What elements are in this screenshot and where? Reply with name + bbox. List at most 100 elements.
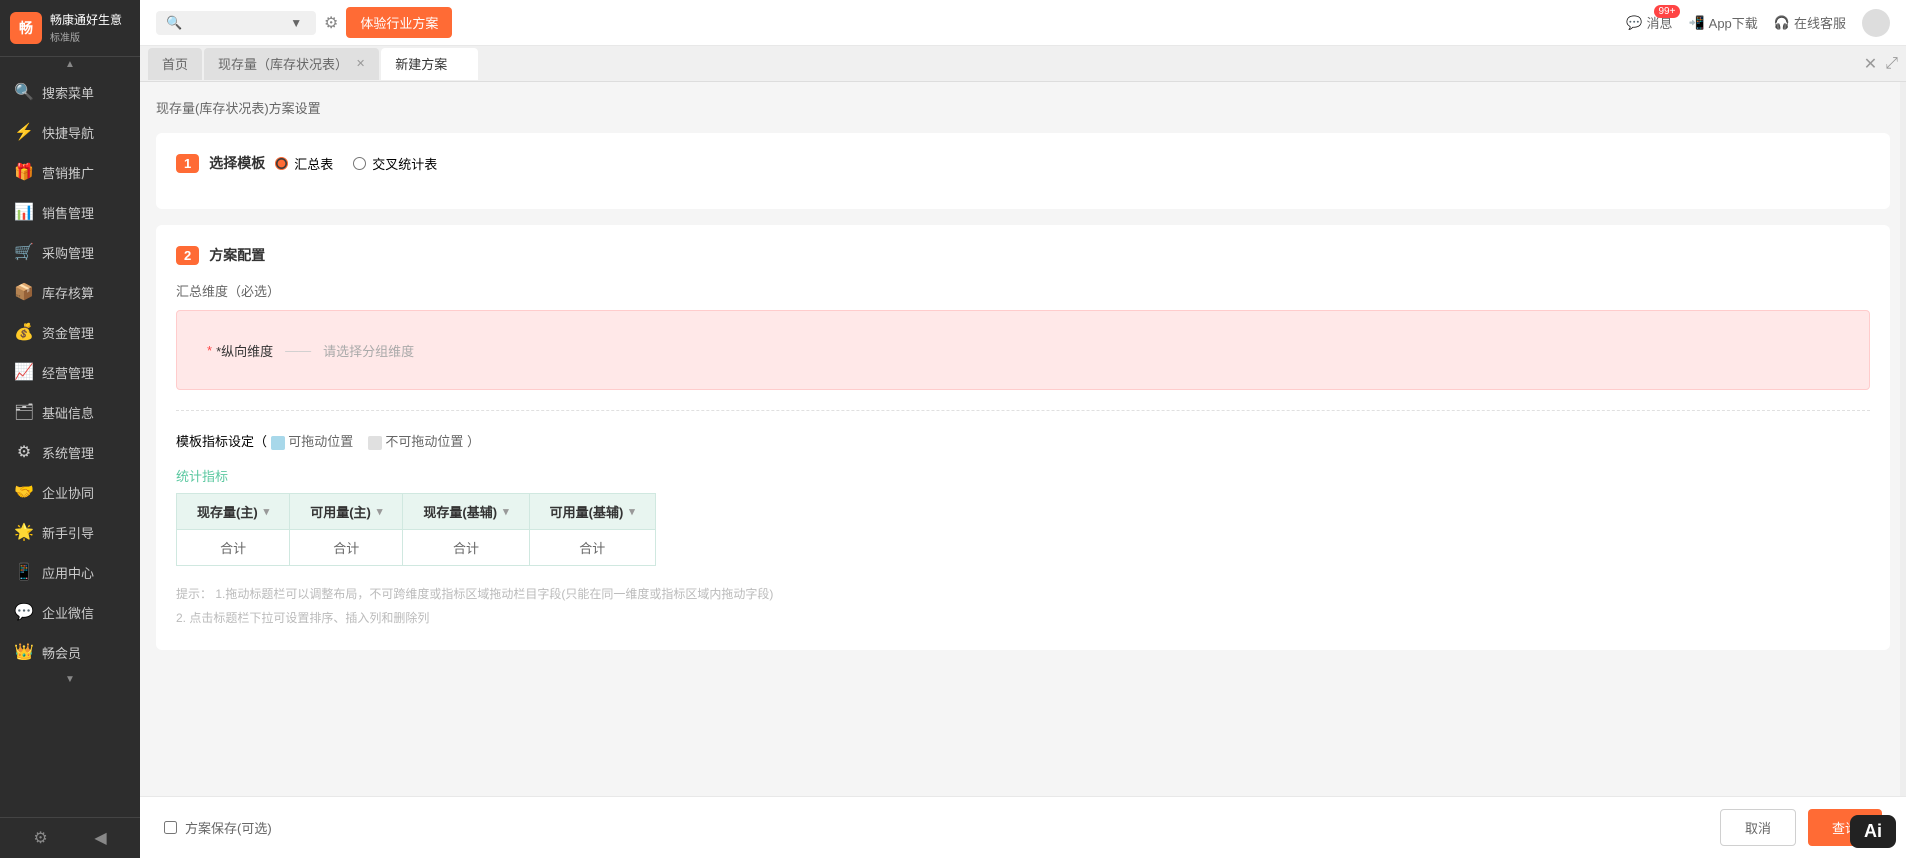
table-header-0[interactable]: 现存量(主) ▾ bbox=[177, 494, 290, 530]
dropdown-icon[interactable]: ▼ bbox=[290, 16, 302, 30]
chevron-down-icon-1[interactable]: ▾ bbox=[377, 505, 383, 518]
table-header-3[interactable]: 可用量(基辅) ▾ bbox=[529, 494, 655, 530]
tab-inventory[interactable]: 现存量（库存状况表） ✕ bbox=[204, 48, 379, 80]
save-checkbox-input[interactable] bbox=[164, 821, 177, 834]
online-service-button[interactable]: 🎧 在线客服 bbox=[1774, 13, 1846, 32]
sidebar-item-system[interactable]: ⚙ 系统管理 bbox=[0, 432, 140, 472]
trending-icon: 📈 bbox=[14, 362, 34, 382]
tab-inventory-close[interactable]: ✕ bbox=[356, 57, 365, 70]
sidebar-item-inventory[interactable]: 📦 库存核算 bbox=[0, 272, 140, 312]
table-header-1[interactable]: 可用量(主) ▾ bbox=[290, 494, 403, 530]
radio-summary-label: 汇总表 bbox=[294, 154, 333, 173]
dimension-section-title: 汇总维度（必选） bbox=[176, 281, 1870, 300]
radio-summary-input[interactable] bbox=[275, 157, 288, 170]
chevron-down-icon-3[interactable]: ▾ bbox=[629, 505, 635, 518]
section-divider bbox=[176, 410, 1870, 411]
sidebar-scroll-up[interactable]: ▲ bbox=[0, 57, 140, 72]
folder-icon: 🗂 bbox=[14, 402, 34, 422]
topbar-settings-icon[interactable]: ⚙ bbox=[324, 13, 338, 33]
stats-table: 现存量(主) ▾ 可用量(主) ▾ 现存量(基辅 bbox=[176, 493, 656, 566]
wechat-icon: 💬 bbox=[14, 602, 34, 622]
dimension-placeholder: 请选择分组维度 bbox=[323, 341, 414, 360]
app-name: 畅康通好生意 bbox=[50, 12, 122, 29]
radio-cross[interactable]: 交叉统计表 bbox=[353, 154, 437, 173]
sidebar-item-sales[interactable]: 📊 销售管理 bbox=[0, 192, 140, 232]
tab-new-scheme[interactable]: 新建方案 ✕ bbox=[381, 48, 478, 80]
tab-new-scheme-close[interactable]: ✕ bbox=[455, 57, 464, 70]
step1-badge: 1 bbox=[176, 154, 199, 173]
sidebar-item-marketing[interactable]: 🎁 营销推广 bbox=[0, 152, 140, 192]
sidebar-item-basicinfo[interactable]: 🗂 基础信息 bbox=[0, 392, 140, 432]
money-icon: 💰 bbox=[14, 322, 34, 342]
template-radio-group: 汇总表 交叉统计表 bbox=[275, 154, 437, 173]
settings-icon[interactable]: ⚙ bbox=[33, 828, 47, 848]
message-icon: 💬 bbox=[1626, 15, 1642, 31]
sidebar-item-wechat[interactable]: 💬 企业微信 bbox=[0, 592, 140, 632]
handshake-icon: 🤝 bbox=[14, 482, 34, 502]
table-cell-2: 合计 bbox=[403, 530, 529, 566]
header-label-0: 现存量(主) bbox=[197, 502, 258, 521]
sidebar-scroll-down[interactable]: ▼ bbox=[0, 672, 140, 687]
messages-badge: 99+ bbox=[1654, 5, 1681, 18]
app-logo-icon: 畅 bbox=[10, 12, 42, 44]
dimension-area[interactable]: * *纵向维度 —— 请选择分组维度 bbox=[176, 310, 1870, 390]
industry-solution-button[interactable]: 体验行业方案 bbox=[346, 7, 452, 38]
mobile-icon: 📱 bbox=[14, 562, 34, 582]
indicator-setting-label: 模板指标设定（ 可拖动位置 不可拖动位置 ） bbox=[176, 431, 480, 450]
header-label-3: 可用量(基辅) bbox=[550, 502, 624, 521]
window-close-icon[interactable]: ✕ bbox=[1864, 54, 1877, 74]
user-avatar[interactable] bbox=[1862, 9, 1890, 37]
radio-summary[interactable]: 汇总表 bbox=[275, 154, 333, 173]
app-download-button[interactable]: 📲 App下载 bbox=[1688, 13, 1757, 32]
table-header-2[interactable]: 现存量(基辅) ▾ bbox=[403, 494, 529, 530]
collapse-icon[interactable]: ◀ bbox=[94, 828, 106, 848]
chevron-down-icon-0[interactable]: ▾ bbox=[264, 505, 270, 518]
messages-button[interactable]: 💬 消息 99+ bbox=[1626, 13, 1672, 32]
sidebar-item-quicknav[interactable]: ⚡ 快捷导航 bbox=[0, 112, 140, 152]
step2-label: 方案配置 bbox=[209, 245, 265, 265]
page-title: 现存量(库存状况表)方案设置 bbox=[156, 98, 1890, 117]
table-cell-3: 合计 bbox=[529, 530, 655, 566]
resize-handle[interactable] bbox=[1900, 82, 1906, 796]
sidebar-item-enterprise[interactable]: 🤝 企业协同 bbox=[0, 472, 140, 512]
cancel-button[interactable]: 取消 bbox=[1720, 809, 1796, 846]
app-download-label: App下载 bbox=[1709, 13, 1758, 32]
sidebar-item-finance[interactable]: 💰 资金管理 bbox=[0, 312, 140, 352]
sidebar: 畅 畅康通好生意 标准版 ▲ 🔍 搜索菜单 ⚡ 快捷导航 🎁 营销推广 📊 销售… bbox=[0, 0, 140, 858]
search-icon: 🔍 bbox=[14, 82, 34, 102]
star-icon: 🌟 bbox=[14, 522, 34, 542]
header-label-2: 现存量(基辅) bbox=[423, 502, 497, 521]
stats-label: 统计指标 bbox=[176, 466, 1870, 485]
chevron-down-icon-2[interactable]: ▾ bbox=[503, 505, 509, 518]
crown-icon: 👑 bbox=[14, 642, 34, 662]
sidebar-item-label: 库存核算 bbox=[42, 283, 94, 302]
topbar-search-box[interactable]: 🔍 ▼ bbox=[156, 11, 316, 35]
sidebar-item-label: 企业协同 bbox=[42, 483, 94, 502]
tip-2: 2. 点击标题栏下拉可设置排序、插入列和删除列 bbox=[176, 606, 1870, 630]
tab-home[interactable]: 首页 bbox=[148, 48, 202, 80]
sidebar-item-purchase[interactable]: 🛒 采购管理 bbox=[0, 232, 140, 272]
sidebar-item-label: 企业微信 bbox=[42, 603, 94, 622]
search-input[interactable] bbox=[186, 16, 286, 30]
sidebar-item-label: 新手引导 bbox=[42, 523, 94, 542]
sidebar-item-operations[interactable]: 📈 经营管理 bbox=[0, 352, 140, 392]
online-service-label: 在线客服 bbox=[1794, 13, 1846, 32]
sidebar-item-label: 采购管理 bbox=[42, 243, 94, 262]
radio-cross-input[interactable] bbox=[353, 157, 366, 170]
step2-badge: 2 bbox=[176, 246, 199, 265]
ai-badge: Ai bbox=[1850, 815, 1896, 848]
sidebar-item-appcenter[interactable]: 📱 应用中心 bbox=[0, 552, 140, 592]
sidebar-item-member[interactable]: 👑 畅会员 bbox=[0, 632, 140, 672]
cart-icon: 🛒 bbox=[14, 242, 34, 262]
draggable-label: 可拖动位置 bbox=[288, 434, 353, 449]
sidebar-item-search[interactable]: 🔍 搜索菜单 bbox=[0, 72, 140, 112]
gift-icon: 🎁 bbox=[14, 162, 34, 182]
draggable-badge bbox=[271, 436, 285, 450]
topbar: 🔍 ▼ ⚙ 体验行业方案 💬 消息 99+ 📲 App下载 🎧 在线客服 bbox=[140, 0, 1906, 46]
sidebar-item-newuser[interactable]: 🌟 新手引导 bbox=[0, 512, 140, 552]
tips-section: 提示： 1.拖动标题栏可以调整布局，不可跨维度或指标区域拖动栏目字段(只能在同一… bbox=[176, 582, 1870, 630]
table-row: 合计 合计 合计 合计 bbox=[177, 530, 656, 566]
window-expand-icon[interactable]: ⤢ bbox=[1885, 55, 1898, 73]
save-checkbox[interactable]: 方案保存(可选) bbox=[164, 818, 272, 837]
footer: 方案保存(可选) 取消 查询 bbox=[140, 796, 1906, 858]
